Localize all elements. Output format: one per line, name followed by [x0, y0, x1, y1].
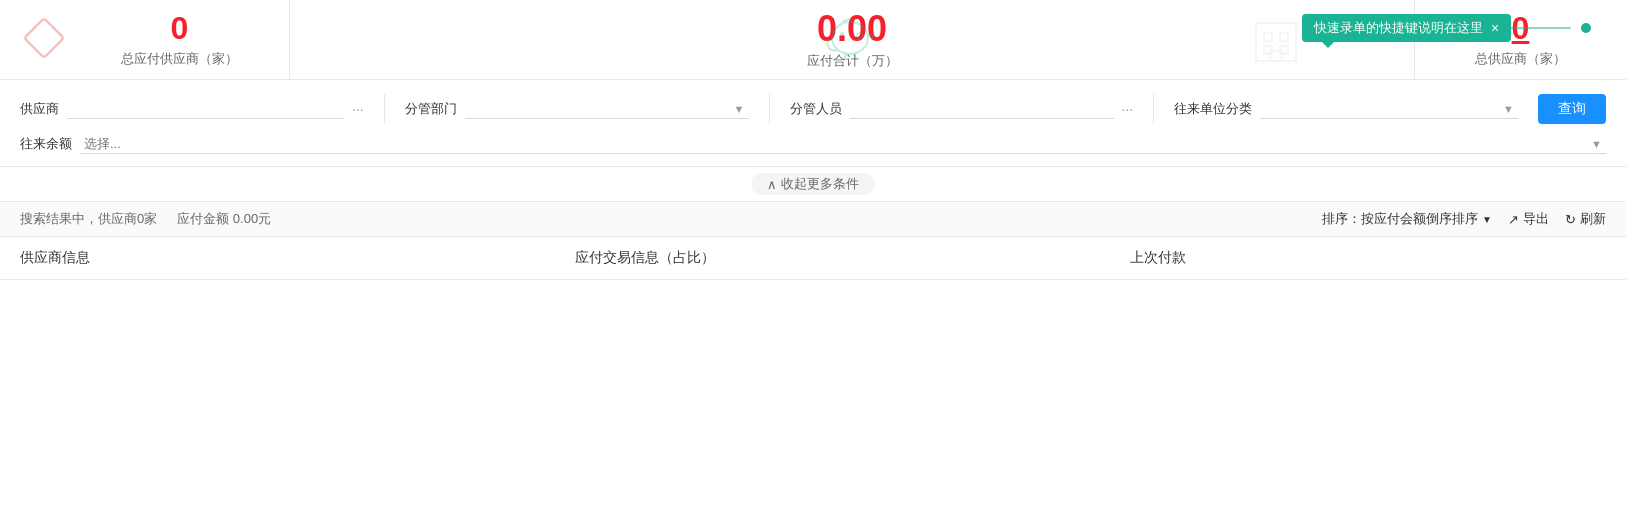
supplier-filter-group: 供应商 ···	[20, 99, 364, 119]
supplier-filter-label: 供应商	[20, 100, 59, 118]
department-input[interactable]	[465, 99, 749, 118]
data-table: 供应商信息 应付交易信息（占比） 上次付款	[0, 237, 1626, 515]
divider-1	[384, 94, 385, 124]
person-filter-group: 分管人员 ···	[790, 99, 1134, 119]
export-label: 导出	[1523, 210, 1549, 228]
payable-suppliers-label: 总应付供应商（家）	[121, 50, 238, 68]
svg-rect-0	[24, 18, 64, 58]
result-actions: 排序：按应付会额倒序排序 ▼ ↗ 导出 ↻ 刷新	[1322, 210, 1606, 228]
building-icon	[1246, 13, 1306, 67]
query-button[interactable]: 查询	[1538, 94, 1606, 124]
total-suppliers-number: 0	[1512, 11, 1530, 46]
payable-suppliers-number: 0	[171, 11, 189, 46]
divider-3	[1153, 94, 1154, 124]
svg-point-2	[840, 32, 844, 36]
supplier-input-wrapper[interactable]	[67, 99, 344, 119]
sort-label: 排序：按应付会额倒序排序	[1322, 210, 1478, 228]
unit-category-input[interactable]	[1260, 99, 1518, 118]
person-input[interactable]	[850, 99, 1114, 118]
table-body	[0, 280, 1626, 515]
unit-category-filter-group: 往来单位分类 ▼	[1174, 99, 1518, 119]
tooltip-dot	[1581, 23, 1591, 33]
filter-row-2: 往来余额 ▼	[20, 134, 1606, 154]
export-button[interactable]: ↗ 导出	[1508, 210, 1549, 228]
table-header: 供应商信息 应付交易信息（占比） 上次付款	[0, 237, 1626, 280]
tooltip-text: 快速录单的快捷键说明在这里	[1314, 19, 1483, 37]
unit-category-wrapper[interactable]: ▼	[1260, 99, 1518, 119]
collapse-bar: ∧ 收起更多条件	[0, 167, 1626, 202]
department-select-wrapper[interactable]: ▼	[465, 99, 749, 119]
filter-area: 供应商 ··· 分管部门 ▼ 分管人员 ··· 往来单	[0, 80, 1626, 167]
svg-rect-6	[1280, 33, 1288, 41]
tooltip-line	[1511, 28, 1571, 29]
collapse-label: 收起更多条件	[781, 175, 859, 193]
search-summary: 搜索结果中，供应商0家	[20, 210, 157, 228]
refresh-label: 刷新	[1580, 210, 1606, 228]
total-suppliers-label: 总供应商（家）	[1475, 50, 1566, 68]
divider-2	[769, 94, 770, 124]
svg-rect-7	[1264, 46, 1272, 54]
person-input-wrapper[interactable]	[850, 99, 1114, 119]
collapse-up-icon: ∧	[767, 177, 777, 192]
supplier-input[interactable]	[67, 99, 344, 118]
person-more-btn[interactable]: ···	[1122, 101, 1134, 117]
person-filter-label: 分管人员	[790, 100, 842, 118]
department-filter-label: 分管部门	[405, 100, 457, 118]
sort-dropdown[interactable]: 排序：按应付会额倒序排序 ▼	[1322, 210, 1492, 228]
amount-summary: 应付金额 0.00元	[177, 210, 271, 228]
refresh-button[interactable]: ↻ 刷新	[1565, 210, 1606, 228]
stats-bar: 0 总应付供应商（家） 0.00 应付合计（万） 快速录单的快捷键说明在这里 ×	[0, 0, 1626, 80]
department-filter-group: 分管部门 ▼	[405, 99, 749, 119]
tooltip-close-btn[interactable]: ×	[1491, 21, 1499, 35]
balance-input[interactable]	[80, 134, 1606, 153]
filter-row-1: 供应商 ··· 分管部门 ▼ 分管人员 ··· 往来单	[20, 94, 1606, 124]
balance-filter-label: 往来余额	[20, 135, 72, 153]
refresh-icon: ↻	[1565, 212, 1576, 227]
shortcut-tooltip: 快速录单的快捷键说明在这里 ×	[1302, 14, 1511, 42]
diamond-icon	[22, 16, 66, 60]
col-supplier-header: 供应商信息	[20, 249, 575, 267]
stat-payable-suppliers: 0 总应付供应商（家）	[90, 0, 290, 79]
collapse-button[interactable]: ∧ 收起更多条件	[751, 173, 875, 195]
supplier-more-btn[interactable]: ···	[352, 101, 364, 117]
result-summary: 搜索结果中，供应商0家 应付金额 0.00元	[20, 210, 271, 228]
unit-category-label: 往来单位分类	[1174, 100, 1252, 118]
col-transaction-header: 应付交易信息（占比）	[575, 249, 1130, 267]
piggy-icon	[822, 8, 882, 72]
export-icon: ↗	[1508, 212, 1519, 227]
balance-select-wrapper[interactable]: ▼	[80, 134, 1606, 154]
svg-rect-4	[1256, 23, 1296, 61]
col-lastpay-header: 上次付款	[1130, 249, 1606, 267]
result-bar: 搜索结果中，供应商0家 应付金额 0.00元 排序：按应付会额倒序排序 ▼ ↗ …	[0, 202, 1626, 237]
svg-point-3	[857, 33, 863, 39]
svg-rect-8	[1280, 46, 1288, 54]
sort-arrow-icon: ▼	[1482, 214, 1492, 225]
svg-rect-5	[1264, 33, 1272, 41]
